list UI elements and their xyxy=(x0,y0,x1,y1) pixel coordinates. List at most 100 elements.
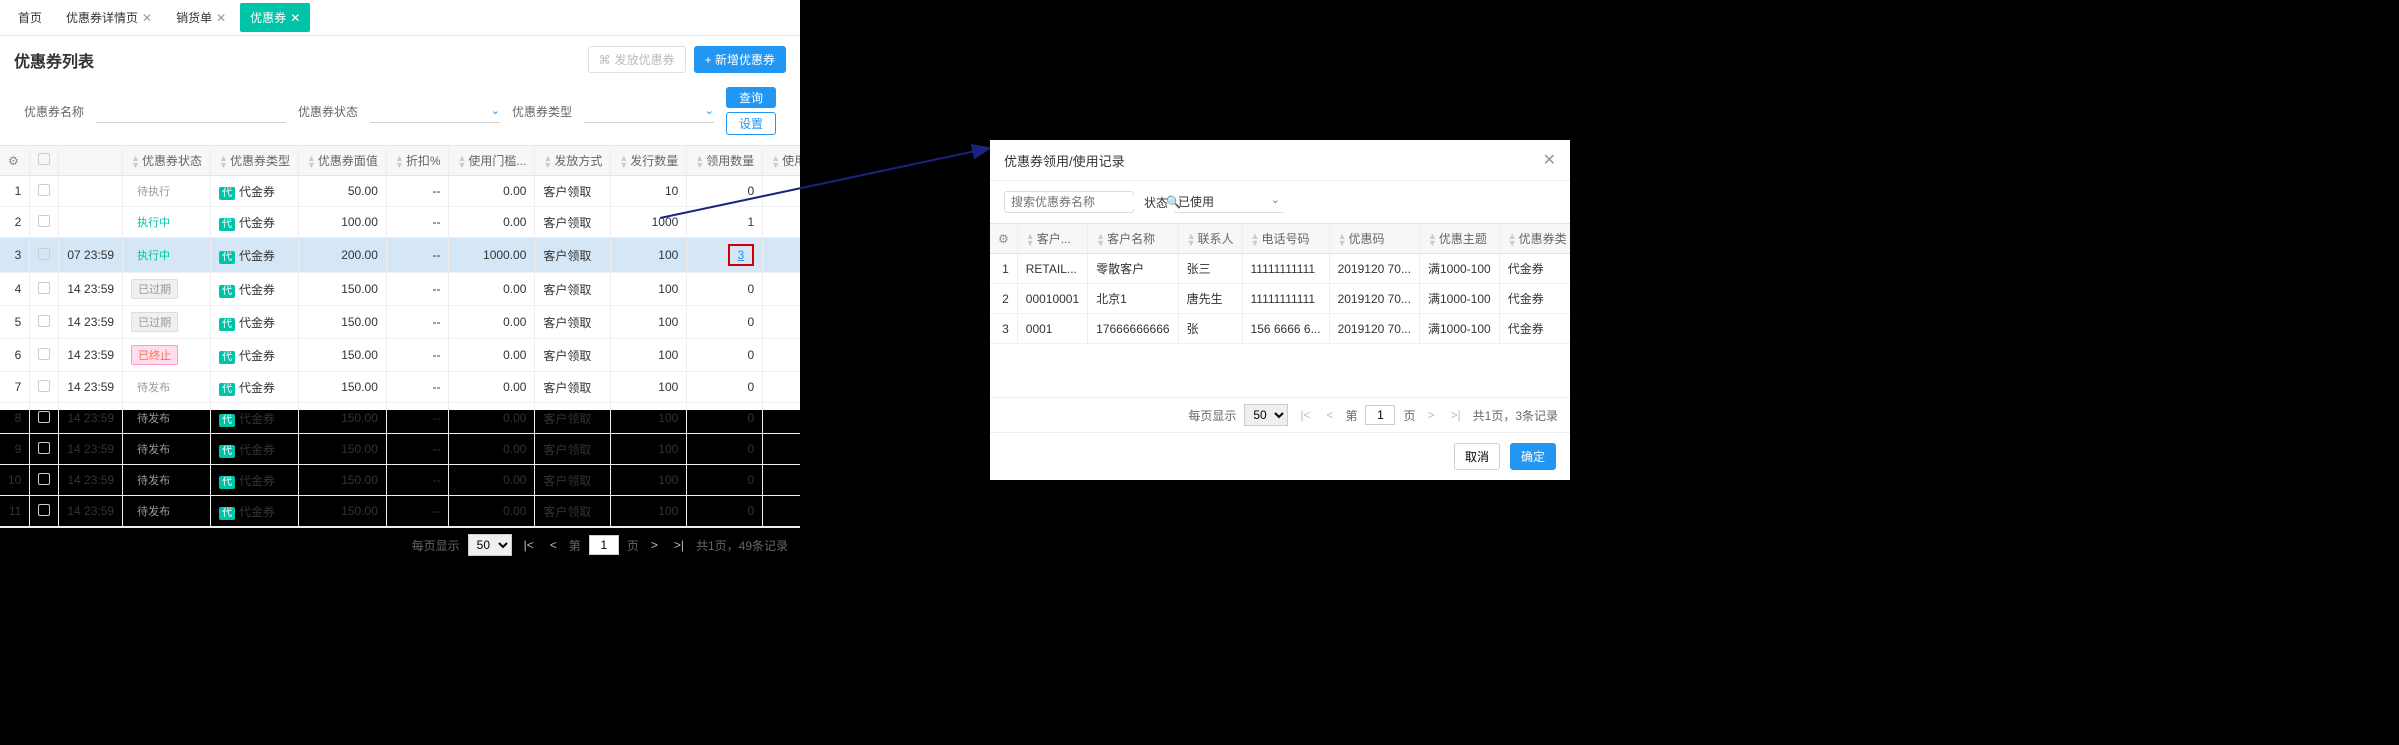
checkbox[interactable] xyxy=(38,411,50,423)
filter-status-select[interactable]: ⌄ xyxy=(370,99,500,123)
tab[interactable]: 销货单✕ xyxy=(166,3,236,32)
close-icon[interactable]: ✕ xyxy=(1543,150,1556,170)
gear-icon[interactable]: ⚙ xyxy=(8,154,19,168)
table-row[interactable]: 414 23:59已过期代代金券150.00--0.00客户领取10000↗⊞ xyxy=(0,273,800,306)
filter-type-select[interactable]: ⌄ xyxy=(584,99,714,123)
coupon-topic: 满1000-100 xyxy=(1419,254,1499,284)
checkbox[interactable] xyxy=(38,184,50,196)
column-header[interactable]: ▲▼客户... xyxy=(1017,224,1087,254)
chevron-down-icon: ⌄ xyxy=(1271,193,1280,206)
issued-count: 100 xyxy=(611,403,687,434)
column-header[interactable] xyxy=(59,146,123,176)
last-page-icon[interactable]: >| xyxy=(1447,408,1465,422)
table-row[interactable]: 614 23:59已终止代代金券150.00--0.00客户领取10000↗⊞ xyxy=(0,339,800,372)
column-header[interactable]: ▲▼发放方式 xyxy=(535,146,611,176)
checkbox[interactable] xyxy=(38,282,50,294)
checkbox[interactable] xyxy=(38,348,50,360)
checkbox[interactable] xyxy=(38,215,50,227)
page-input[interactable] xyxy=(1365,405,1395,425)
per-page-select[interactable]: 50 xyxy=(468,534,512,556)
close-icon[interactable]: ✕ xyxy=(216,11,226,25)
claimed-count: 0 xyxy=(687,434,763,465)
column-header[interactable]: ▲▼联系人 xyxy=(1178,224,1242,254)
table-row[interactable]: 514 23:59已过期代代金券150.00--0.00客户领取10000↗⊞ xyxy=(0,306,800,339)
prev-page-icon[interactable]: < xyxy=(546,538,561,552)
column-header[interactable]: ⚙ xyxy=(990,224,1017,254)
prev-page-icon[interactable]: < xyxy=(1322,408,1337,422)
column-header[interactable]: ▲▼使用门槛... xyxy=(449,146,535,176)
type-badge: 代 xyxy=(219,285,235,298)
table-row[interactable]: 1114 23:59待发布代代金券150.00--0.00客户领取10000↗⊞ xyxy=(0,496,800,527)
column-header[interactable]: ▲▼优惠券类型 xyxy=(211,146,299,176)
customer-code: RETAIL... xyxy=(1017,254,1087,284)
face-value: 200.00 xyxy=(298,238,386,273)
table-row[interactable]: 2执行中代代金券100.00--0.00客户领取100010↗⊞ xyxy=(0,207,800,238)
table-row[interactable]: 914 23:59待发布代代金券150.00--0.00客户领取10000↗⊞ xyxy=(0,434,800,465)
gear-icon[interactable]: ⚙ xyxy=(998,232,1009,246)
checkbox[interactable] xyxy=(38,504,50,516)
column-header[interactable]: ▲▼优惠券状态 xyxy=(123,146,211,176)
next-page-icon[interactable]: > xyxy=(647,538,662,552)
claimed-link[interactable]: 3 xyxy=(738,248,745,262)
claimed-count: 0 xyxy=(687,403,763,434)
table-row[interactable]: 1待执行代代金券50.00--0.00客户领取1000↗⊞ xyxy=(0,176,800,207)
first-page-icon[interactable]: |< xyxy=(520,538,538,552)
issue-coupon-button[interactable]: ⌘ 发放优惠券 xyxy=(588,46,686,73)
table-row[interactable]: 307 23:59执行中代代金券200.00--1000.00客户领取10031… xyxy=(0,238,800,273)
table-row[interactable]: 200010001北京1唐先生111111111112019120 70...满… xyxy=(990,284,1570,314)
face-value: 150.00 xyxy=(298,465,386,496)
checkbox[interactable] xyxy=(38,248,50,260)
last-page-icon[interactable]: >| xyxy=(670,538,688,552)
close-icon[interactable]: ✕ xyxy=(142,11,152,25)
time-cell: 14 23:59 xyxy=(59,434,123,465)
tab[interactable]: 优惠券详情页✕ xyxy=(56,3,162,32)
claimed-count: 0 xyxy=(687,496,763,527)
column-header[interactable]: ▲▼优惠主题 xyxy=(1419,224,1499,254)
table-row[interactable]: 714 23:59待发布代代金券150.00--0.00客户领取10000↗⊞ xyxy=(0,372,800,403)
column-header[interactable]: ▲▼客户名称 xyxy=(1088,224,1178,254)
type-badge: 代 xyxy=(219,445,235,458)
row-index: 1 xyxy=(0,176,30,207)
column-header[interactable]: ▲▼优惠券面值 xyxy=(298,146,386,176)
column-header[interactable]: ▲▼折扣% xyxy=(386,146,449,176)
table-row[interactable]: 1014 23:59待发布代代金券150.00--0.00客户领取10000↗⊞ xyxy=(0,465,800,496)
column-header[interactable]: ▲▼领用数量 xyxy=(687,146,763,176)
per-page-select[interactable]: 50 xyxy=(1244,404,1288,426)
discount: -- xyxy=(386,496,449,527)
table-row[interactable]: 1RETAIL...零散客户张三111111111112019120 70...… xyxy=(990,254,1570,284)
column-header[interactable]: ▲▼优惠券类 xyxy=(1499,224,1570,254)
table-row[interactable]: 3000117666666666张156 6666 6...2019120 70… xyxy=(990,314,1570,344)
status-select[interactable]: 已使用 ⌄ xyxy=(1174,191,1284,213)
contact: 张 xyxy=(1178,314,1242,344)
next-page-icon[interactable]: > xyxy=(1424,408,1439,422)
checkbox[interactable] xyxy=(38,315,50,327)
checkbox[interactable] xyxy=(38,153,50,165)
checkbox[interactable] xyxy=(38,442,50,454)
checkbox[interactable] xyxy=(38,380,50,392)
column-header[interactable]: ▲▼发行数量 xyxy=(611,146,687,176)
search-input[interactable] xyxy=(1011,195,1166,209)
query-button[interactable]: 查询 xyxy=(726,87,776,108)
filter-name-input[interactable] xyxy=(96,99,286,123)
tab[interactable]: 优惠券✕ xyxy=(240,3,310,32)
close-icon[interactable]: ✕ xyxy=(290,11,300,25)
page-input[interactable] xyxy=(589,535,619,555)
column-header[interactable]: ▲▼电话号码 xyxy=(1242,224,1329,254)
table-row[interactable]: 814 23:59待发布代代金券150.00--0.00客户领取10000↗⊞ xyxy=(0,403,800,434)
status-badge: 待发布 xyxy=(131,440,176,458)
checkbox[interactable] xyxy=(38,473,50,485)
tab[interactable]: 首页 xyxy=(8,3,52,32)
confirm-button[interactable]: 确定 xyxy=(1510,443,1556,470)
cancel-button[interactable]: 取消 xyxy=(1454,443,1500,470)
column-header[interactable] xyxy=(30,146,59,176)
add-coupon-button[interactable]: + 新增优惠券 xyxy=(694,46,786,73)
first-page-icon[interactable]: |< xyxy=(1296,408,1314,422)
customer-name: 零散客户 xyxy=(1088,254,1178,284)
method: 客户领取 xyxy=(535,403,611,434)
column-header[interactable]: ▲▼优惠码 xyxy=(1329,224,1419,254)
page-summary: 共1页，49条记录 xyxy=(696,537,788,554)
settings-button[interactable]: 设置 xyxy=(726,112,776,135)
column-header[interactable]: ⚙ xyxy=(0,146,30,176)
sort-icon: ▲▼ xyxy=(695,155,704,169)
column-header[interactable]: ▲▼使用数量 xyxy=(763,146,800,176)
